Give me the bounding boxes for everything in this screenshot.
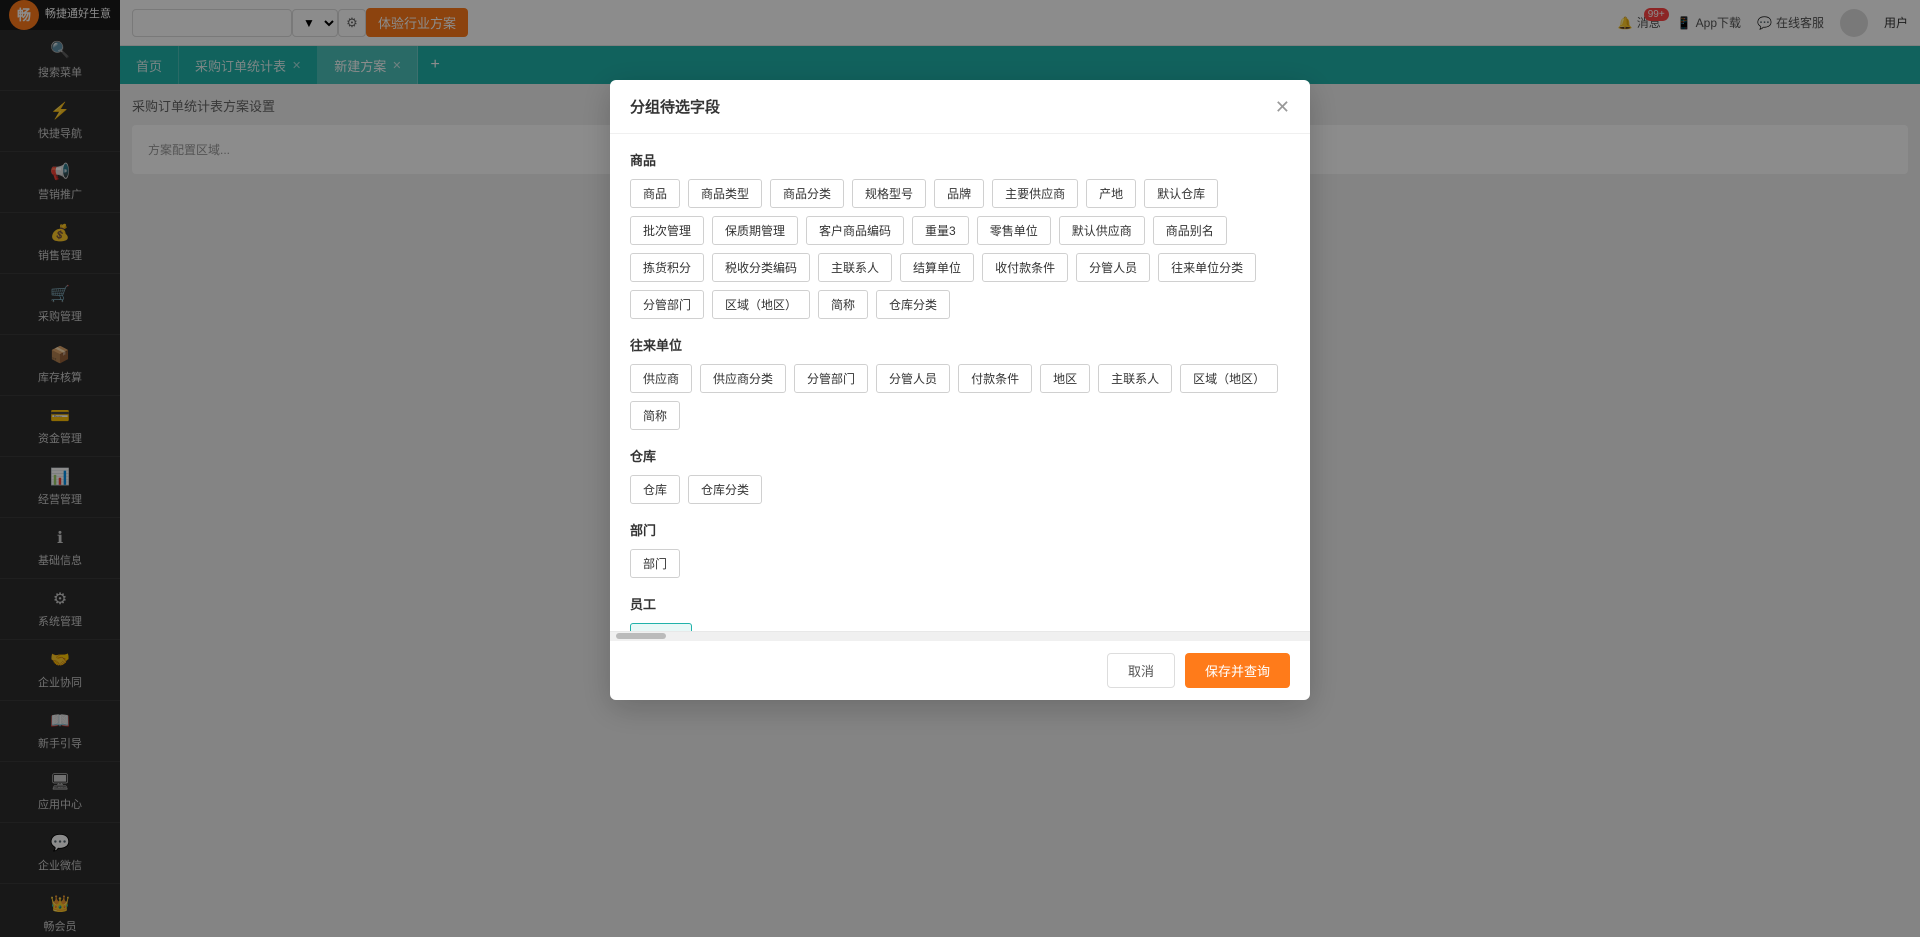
field-tag[interactable]: 区域（地区） [1180, 364, 1278, 393]
field-tag[interactable]: 主联系人 [1098, 364, 1172, 393]
field-tag[interactable]: 部门 [630, 549, 680, 578]
field-tag[interactable]: 重量3 [912, 216, 969, 245]
field-tag[interactable]: 拣货积分 [630, 253, 704, 282]
field-tag[interactable]: 结算单位 [900, 253, 974, 282]
field-tag[interactable]: 仓库分类 [688, 475, 762, 504]
modal-title: 分组待选字段 [630, 96, 720, 117]
field-tag[interactable]: 分管人员 [1076, 253, 1150, 282]
field-tag[interactable]: 往来单位分类 [1158, 253, 1256, 282]
field-grid-partner: 供应商 供应商分类 分管部门 分管人员 付款条件 地区 主联系人 区域（地区） … [630, 364, 1290, 430]
field-tag[interactable]: 商品分类 [770, 179, 844, 208]
field-tag[interactable]: 收付款条件 [982, 253, 1068, 282]
field-tag[interactable]: 商品类型 [688, 179, 762, 208]
field-grid-warehouse: 仓库 仓库分类 [630, 475, 1290, 504]
field-tag[interactable]: 供应商分类 [700, 364, 786, 393]
field-tag-business[interactable]: 业务员 [630, 623, 692, 631]
field-tag[interactable]: 客户商品编码 [806, 216, 904, 245]
field-grid-staff: 业务员 [630, 623, 1290, 631]
field-grid-department: 部门 [630, 549, 1290, 578]
field-tag[interactable]: 简称 [818, 290, 868, 319]
confirm-button[interactable]: 保存并查询 [1185, 653, 1290, 688]
modal-footer: 取消 保存并查询 [610, 640, 1310, 700]
field-tag[interactable]: 主要供应商 [992, 179, 1078, 208]
field-tag[interactable]: 分管部门 [630, 290, 704, 319]
field-tag[interactable]: 零售单位 [977, 216, 1051, 245]
field-tag[interactable]: 仓库 [630, 475, 680, 504]
modal-header: 分组待选字段 ✕ [610, 80, 1310, 134]
field-tag[interactable]: 产地 [1086, 179, 1136, 208]
field-tag[interactable]: 付款条件 [958, 364, 1032, 393]
field-tag[interactable]: 商品 [630, 179, 680, 208]
field-tag[interactable]: 税收分类编码 [712, 253, 810, 282]
cancel-button[interactable]: 取消 [1107, 653, 1175, 688]
field-tag[interactable]: 分管人员 [876, 364, 950, 393]
modal-body: 商品 商品 商品类型 商品分类 规格型号 品牌 主要供应商 产地 默认仓库 批次… [610, 134, 1310, 631]
field-tag[interactable]: 供应商 [630, 364, 692, 393]
field-tag[interactable]: 简称 [630, 401, 680, 430]
modal-overlay: 分组待选字段 ✕ 商品 商品 商品类型 商品分类 规格型号 品牌 主要供应商 产… [0, 0, 1920, 937]
section-title-staff: 员工 [630, 594, 1290, 613]
field-grid-goods: 商品 商品类型 商品分类 规格型号 品牌 主要供应商 产地 默认仓库 批次管理 … [630, 179, 1290, 319]
field-tag[interactable]: 仓库分类 [876, 290, 950, 319]
field-tag[interactable]: 批次管理 [630, 216, 704, 245]
field-tag[interactable]: 品牌 [934, 179, 984, 208]
field-tag[interactable]: 商品别名 [1153, 216, 1227, 245]
field-tag[interactable]: 保质期管理 [712, 216, 798, 245]
field-tag[interactable]: 主联系人 [818, 253, 892, 282]
modal-dialog: 分组待选字段 ✕ 商品 商品 商品类型 商品分类 规格型号 品牌 主要供应商 产… [610, 80, 1310, 700]
field-tag[interactable]: 地区 [1040, 364, 1090, 393]
field-tag[interactable]: 默认供应商 [1059, 216, 1145, 245]
field-tag[interactable]: 分管部门 [794, 364, 868, 393]
section-title-department: 部门 [630, 520, 1290, 539]
field-tag[interactable]: 默认仓库 [1144, 179, 1218, 208]
section-title-warehouse: 仓库 [630, 446, 1290, 465]
section-title-partner: 往来单位 [630, 335, 1290, 354]
field-tag[interactable]: 规格型号 [852, 179, 926, 208]
section-title-goods: 商品 [630, 150, 1290, 169]
field-tag[interactable]: 区域（地区） [712, 290, 810, 319]
modal-horizontal-scrollbar[interactable] [610, 631, 1310, 640]
modal-close-button[interactable]: ✕ [1275, 98, 1290, 116]
